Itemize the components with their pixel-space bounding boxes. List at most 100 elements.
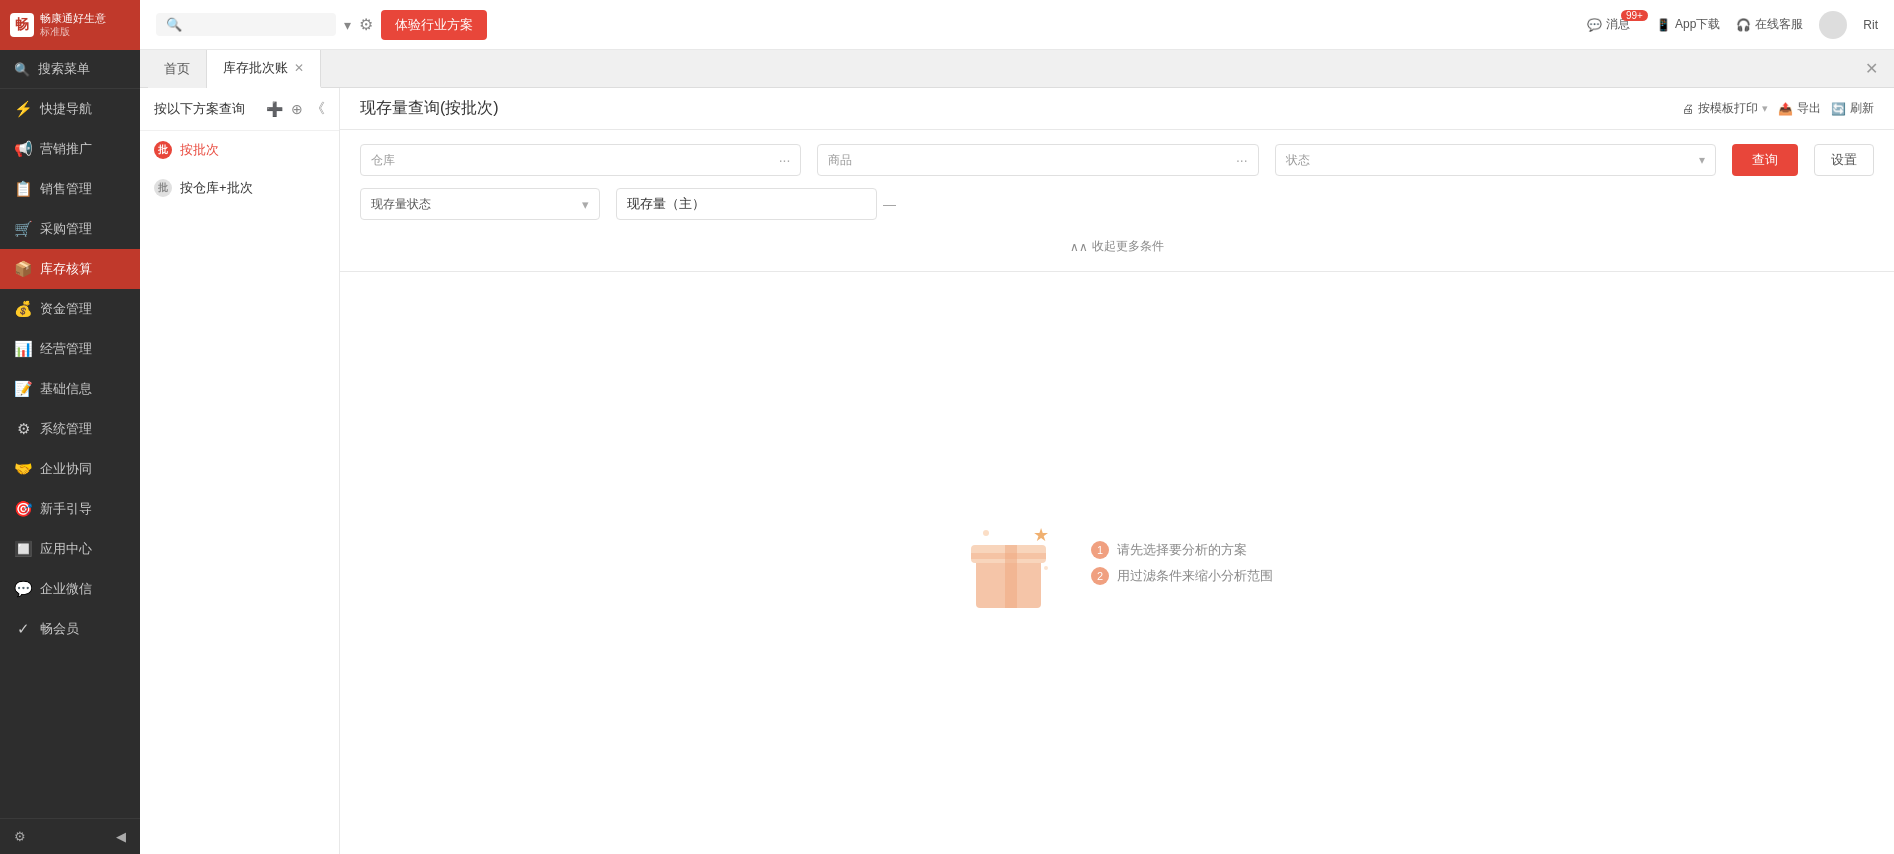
- sidebar-item-app-center[interactable]: 🔲 应用中心: [0, 529, 140, 569]
- dropdown-arrow-icon[interactable]: ▾: [344, 17, 351, 33]
- svg-text:★: ★: [1033, 525, 1049, 545]
- hint-1-text: 请先选择要分析的方案: [1117, 541, 1247, 559]
- sidebar-item-new-guide[interactable]: 🎯 新手引导: [0, 489, 140, 529]
- status-filter[interactable]: 状态 ▾: [1275, 144, 1716, 176]
- main-area: 🔍 ▾ ⚙ 体验行业方案 💬 消息 99+ 📱 App下载 🎧 在线客服 Rit: [140, 0, 1894, 854]
- settings-icon[interactable]: ⚙: [14, 829, 26, 844]
- range-dash: —: [883, 197, 896, 212]
- tab-home[interactable]: 首页: [148, 50, 207, 88]
- app-version: 标准版: [40, 25, 106, 39]
- quick-nav-icon: ⚡: [14, 100, 32, 118]
- sidebar-item-sales[interactable]: 📋 销售管理: [0, 169, 140, 209]
- messages-badge: 99+: [1621, 10, 1648, 21]
- sidebar-item-member[interactable]: ✓ 畅会员: [0, 609, 140, 649]
- printer-icon: 🖨: [1682, 102, 1694, 116]
- sidebar-item-label: 系统管理: [40, 420, 92, 438]
- empty-illustration: ★: [961, 513, 1061, 613]
- svg-point-6: [1044, 566, 1048, 570]
- sidebar-item-label: 畅会员: [40, 620, 79, 638]
- basic-info-icon: 📝: [14, 380, 32, 398]
- export-btn[interactable]: 📤 导出: [1778, 100, 1821, 117]
- svg-rect-3: [971, 553, 1046, 559]
- hint-2-text: 用过滤条件来缩小分析范围: [1117, 567, 1273, 585]
- panel-title-actions: ➕ ⊕ 《: [266, 100, 325, 118]
- add-scheme-icon[interactable]: ➕: [266, 101, 283, 117]
- page-title: 现存量查询(按批次): [360, 98, 499, 119]
- search-menu-item[interactable]: 🔍 搜索菜单: [0, 50, 140, 89]
- status-arrow-icon[interactable]: ▾: [1699, 153, 1705, 167]
- collapse-sidebar-icon[interactable]: ◀: [116, 829, 126, 844]
- sidebar-item-basic-info[interactable]: 📝 基础信息: [0, 369, 140, 409]
- collapse-more-btn[interactable]: ∧∧ 收起更多条件: [360, 232, 1874, 257]
- sidebar-item-label: 企业微信: [40, 580, 92, 598]
- tab-batch-account[interactable]: 库存批次账 ✕: [207, 50, 321, 88]
- sidebar-item-finance[interactable]: 💰 资金管理: [0, 289, 140, 329]
- refresh-btn[interactable]: 🔄 刷新: [1831, 100, 1874, 117]
- collapse-panel-icon[interactable]: 《: [311, 100, 325, 118]
- sidebar-nav: ⚡ 快捷导航 📢 营销推广 📋 销售管理 🛒 采购管理 📦 库存核算 💰 资金管…: [0, 89, 140, 818]
- print-dropdown-icon[interactable]: ▾: [1762, 102, 1768, 115]
- topbar-right: 💬 消息 99+ 📱 App下载 🎧 在线客服 Rit: [1587, 11, 1878, 39]
- sidebar-item-label: 库存核算: [40, 260, 92, 278]
- refresh-label: 刷新: [1850, 100, 1874, 117]
- scheme-item-by-warehouse-batch[interactable]: 批 按仓库+批次: [140, 169, 339, 207]
- messages-item[interactable]: 💬 消息 99+: [1587, 16, 1640, 33]
- app-center-icon: 🔲: [14, 540, 32, 558]
- tab-area-close-icon[interactable]: ✕: [1865, 59, 1878, 78]
- sidebar-item-inventory[interactable]: 📦 库存核算: [0, 249, 140, 289]
- sidebar-item-quick-nav[interactable]: ⚡ 快捷导航: [0, 89, 140, 129]
- stock-status-filter[interactable]: 现存量状态 ▾: [360, 188, 600, 220]
- warehouse-filter[interactable]: 仓库 ···: [360, 144, 801, 176]
- search-input[interactable]: [186, 18, 306, 32]
- product-filter[interactable]: 商品 ···: [817, 144, 1258, 176]
- empty-box-svg: ★: [961, 513, 1061, 613]
- search-icon: 🔍: [14, 62, 30, 77]
- panel-title: 按以下方案查询 ➕ ⊕ 《: [140, 88, 339, 131]
- settings-gear-icon[interactable]: ⚙: [359, 15, 373, 34]
- phone-icon: 📱: [1656, 18, 1671, 32]
- sidebar-item-enterprise[interactable]: 🤝 企业协同: [0, 449, 140, 489]
- hint-2-num: 2: [1091, 567, 1109, 585]
- refresh-icon: 🔄: [1831, 102, 1846, 116]
- user-name: Rit: [1863, 18, 1878, 32]
- tabbar: 首页 库存批次账 ✕ ✕: [140, 50, 1894, 88]
- stock-qty-label: 现存量（主）: [627, 195, 705, 213]
- sidebar-item-label: 经营管理: [40, 340, 92, 358]
- online-service-item[interactable]: 🎧 在线客服: [1736, 16, 1803, 33]
- hint-1-num: 1: [1091, 541, 1109, 559]
- member-icon: ✓: [14, 620, 32, 638]
- sidebar-item-label: 基础信息: [40, 380, 92, 398]
- stock-status-arrow-icon[interactable]: ▾: [582, 197, 589, 212]
- set-button[interactable]: 设置: [1814, 144, 1874, 176]
- sidebar-item-wechat[interactable]: 💬 企业微信: [0, 569, 140, 609]
- sidebar-item-operations[interactable]: 📊 经营管理: [0, 329, 140, 369]
- collapse-label: 收起更多条件: [1092, 238, 1164, 255]
- stock-status-label: 现存量状态: [371, 196, 431, 213]
- print-template-btn[interactable]: 🖨 按模板打印 ▾: [1682, 100, 1768, 117]
- product-dots[interactable]: ···: [1236, 152, 1248, 168]
- wechat-icon: 💬: [14, 580, 32, 598]
- scheme-settings-icon[interactable]: ⊕: [291, 101, 303, 117]
- tab-close-icon[interactable]: ✕: [294, 61, 304, 75]
- filter-row-2: 现存量状态 ▾ 现存量（主） —: [360, 188, 1874, 220]
- sidebar-item-label: 企业协同: [40, 460, 92, 478]
- stock-qty-filter: 现存量（主） —: [616, 188, 896, 220]
- scheme-item-by-batch[interactable]: 批 按批次: [140, 131, 339, 169]
- topbar-search: 🔍: [156, 13, 336, 36]
- query-button[interactable]: 查询: [1732, 144, 1798, 176]
- scheme-icon-active: 批: [154, 141, 172, 159]
- warehouse-dots[interactable]: ···: [779, 152, 791, 168]
- app-name: 畅康通好生意: [40, 11, 106, 25]
- app-download-item[interactable]: 📱 App下载: [1656, 16, 1720, 33]
- scheme-label: 按仓库+批次: [180, 179, 253, 197]
- sidebar-item-marketing[interactable]: 📢 营销推广: [0, 129, 140, 169]
- sidebar-item-system[interactable]: ⚙ 系统管理: [0, 409, 140, 449]
- svg-point-5: [983, 530, 989, 536]
- content-area: 按以下方案查询 ➕ ⊕ 《 批 按批次 批 按仓库+批次 现存量查询(按批次): [140, 88, 1894, 854]
- warehouse-label: 仓库: [371, 152, 395, 169]
- user-avatar[interactable]: [1819, 11, 1847, 39]
- finance-icon: 💰: [14, 300, 32, 318]
- left-panel: 按以下方案查询 ➕ ⊕ 《 批 按批次 批 按仓库+批次: [140, 88, 340, 854]
- experience-btn[interactable]: 体验行业方案: [381, 10, 487, 40]
- sidebar-item-purchase[interactable]: 🛒 采购管理: [0, 209, 140, 249]
